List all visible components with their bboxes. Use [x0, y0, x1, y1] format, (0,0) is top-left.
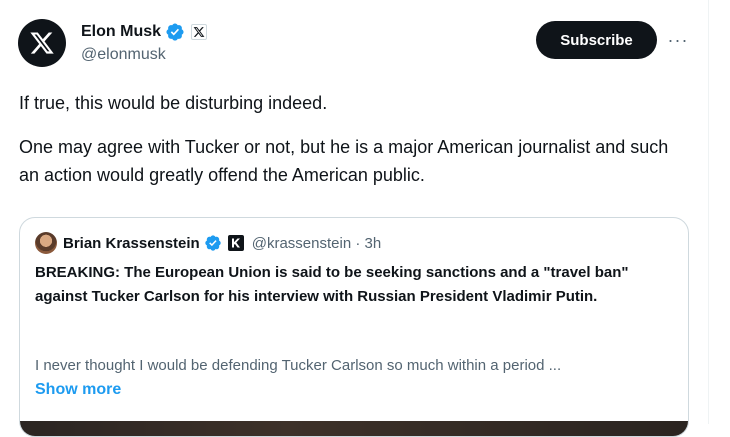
quoted-tweet-header: Brian Krassenstein @krassenstein · 3h — [35, 232, 381, 254]
quoted-tweet-media[interactable] — [20, 421, 688, 436]
verified-badge-icon[interactable] — [204, 234, 222, 252]
tweet-paragraph: One may agree with Tucker or not, but he… — [19, 137, 669, 185]
subscribe-button[interactable]: Subscribe — [536, 21, 657, 59]
x-logo-icon — [30, 32, 54, 54]
quoted-author-handle-time[interactable]: @krassenstein · 3h — [252, 235, 381, 252]
column-divider — [708, 0, 709, 424]
tweet-text: If true, this would be disturbing indeed… — [19, 89, 689, 189]
quoted-author-avatar[interactable] — [35, 232, 57, 254]
author-handle[interactable]: @elonmusk — [81, 46, 166, 64]
show-more-link[interactable]: Show more — [35, 378, 121, 402]
x-affiliate-badge-icon[interactable] — [191, 24, 208, 40]
author-avatar[interactable] — [18, 19, 66, 67]
quoted-tweet[interactable]: Brian Krassenstein @krassenstein · 3h BR… — [19, 217, 689, 437]
tweet: Elon Musk @elonmusk Subscribe ··· If tru… — [0, 0, 708, 437]
quoted-tweet-headline: BREAKING: The European Union is said to … — [35, 264, 629, 305]
quoted-tweet-preview: I never thought I would be defending Tuc… — [35, 357, 562, 374]
verified-badge-icon[interactable] — [165, 22, 185, 42]
author-name-row: Elon Musk — [81, 21, 208, 43]
author-display-name[interactable]: Elon Musk — [81, 23, 161, 41]
tweet-paragraph: If true, this would be disturbing indeed… — [19, 93, 328, 113]
k-affiliate-badge-icon[interactable] — [227, 235, 244, 251]
more-options-icon[interactable]: ··· — [664, 26, 692, 54]
quoted-author-name[interactable]: Brian Krassenstein — [63, 235, 200, 252]
